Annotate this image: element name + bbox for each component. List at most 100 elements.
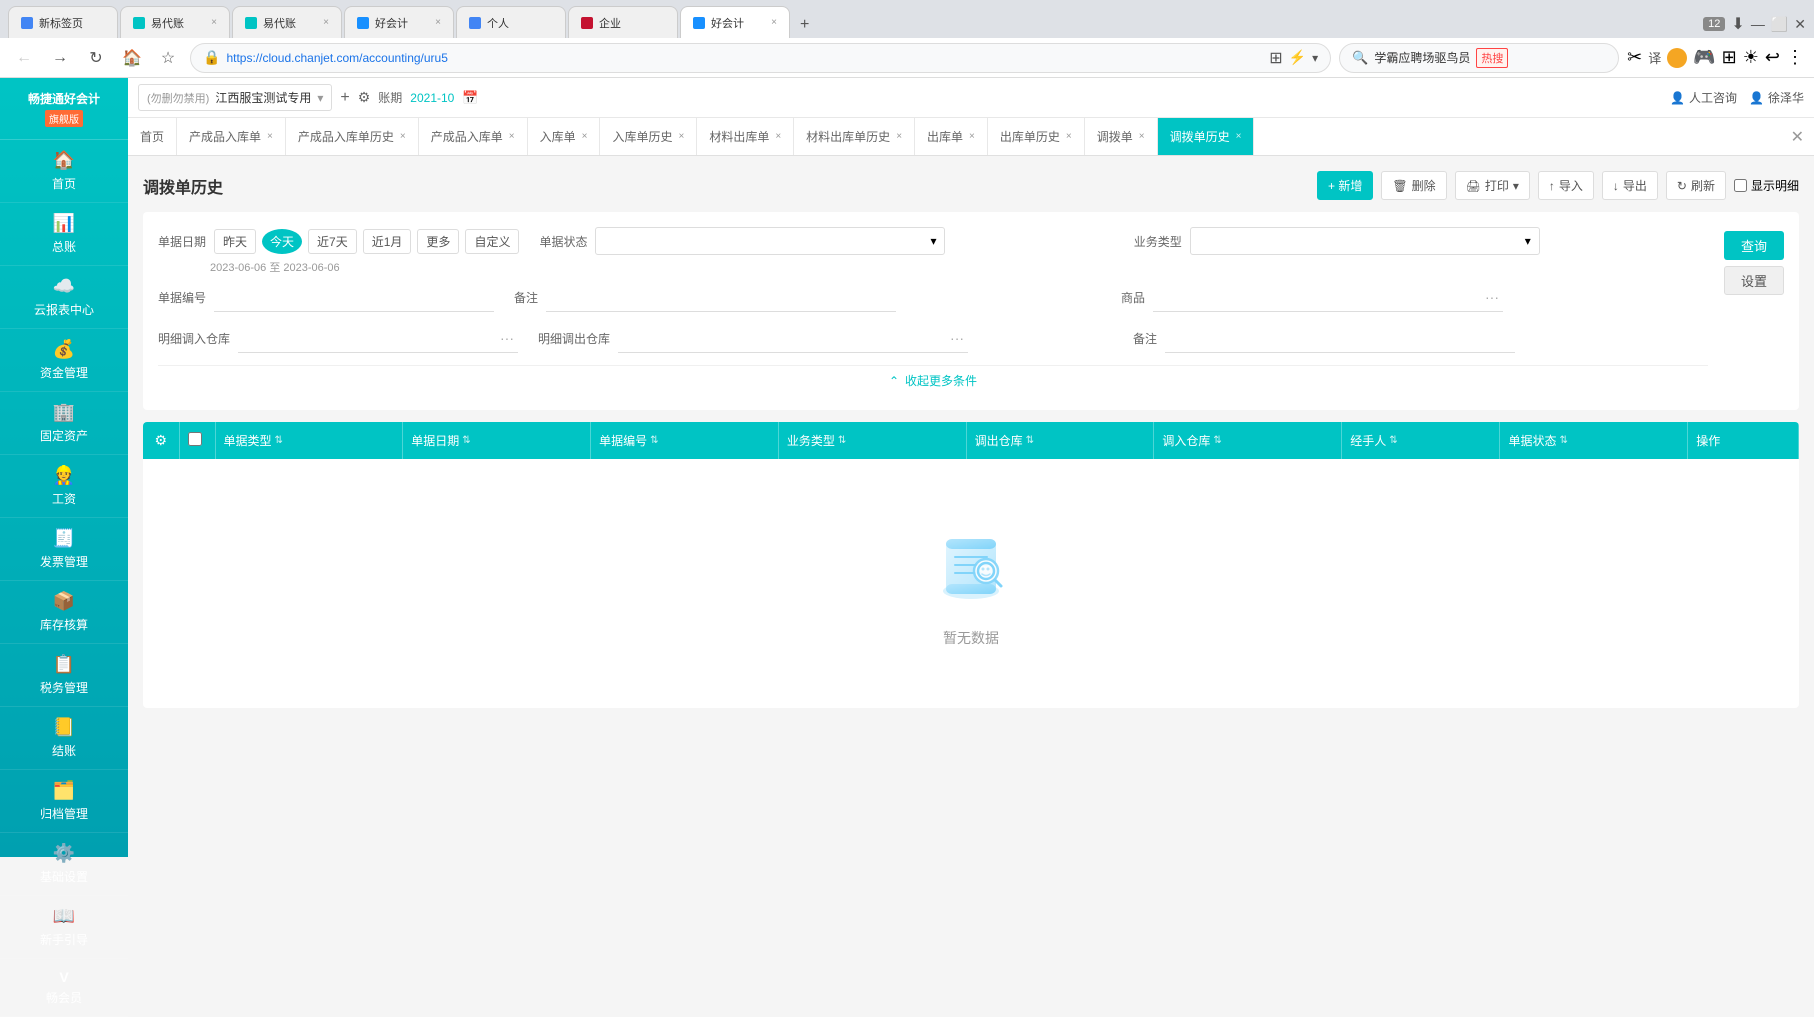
tab-close-5[interactable]: × [678,131,684,142]
sidebar-item-archive[interactable]: 🗂️ 归档管理 [0,770,128,833]
coin-icon[interactable] [1667,48,1687,68]
goods-input[interactable] [1153,283,1481,311]
th-doc-status[interactable]: 单据状态 ⇅ [1500,422,1688,459]
tab-close-11[interactable]: × [1236,131,1242,142]
custom-date-btn[interactable]: 自定义 [465,229,519,254]
back-button[interactable]: ← [10,44,38,72]
search-bar[interactable]: 🔍 学霸应聘场驱鸟员 热搜 [1339,43,1619,73]
page-tab-1[interactable]: 产成品入库单 × [177,118,286,155]
browser-tab-1[interactable]: 新标签页 [8,6,118,38]
sidebar-item-assets[interactable]: 🏢 固定资产 [0,392,128,455]
all-tabs-close[interactable]: ✕ [1781,127,1814,147]
page-tab-5[interactable]: 入库单历史 × [600,118,697,155]
tab-close-10[interactable]: × [1139,131,1145,142]
sidebar-item-ledger[interactable]: 📊 总账 [0,203,128,266]
goods-ellipsis[interactable]: ··· [1481,289,1503,305]
detail-in-ellipsis[interactable]: ··· [496,330,518,346]
th-doc-date[interactable]: 单据日期 ⇅ [403,422,591,459]
delete-button[interactable]: 🗑 删除 [1381,171,1446,200]
more-icon[interactable]: ⋮ [1786,47,1804,68]
sidebar-item-cloud-report[interactable]: ☁️ 云报表中心 [0,266,128,329]
star-button[interactable]: ☆ [154,44,182,72]
doc-number-input[interactable] [214,284,494,312]
tab-close-6[interactable]: × [775,131,781,142]
sidebar-item-member[interactable]: V 畅会员 [0,959,128,1017]
close-browser-icon[interactable]: ✕ [1794,16,1806,33]
url-bar[interactable]: 🔒 https://cloud.chanjet.com/accounting/u… [190,43,1331,73]
detail-out-ellipsis[interactable]: ··· [946,330,968,346]
maximize-icon[interactable]: ⬜ [1771,16,1788,33]
sidebar-item-fund[interactable]: 💰 资金管理 [0,329,128,392]
browser-tab-2[interactable]: 易代账 × [120,6,230,38]
calendar-icon[interactable]: 📅 [462,90,478,106]
page-tab-2[interactable]: 产成品入库单历史 × [286,118,419,155]
th-doc-type[interactable]: 单据类型 ⇅ [215,422,403,459]
gamepad-icon[interactable]: 🎮 [1693,47,1715,68]
detail-out-input[interactable] [618,324,946,352]
tab-close-4[interactable]: × [582,131,588,142]
company-selector[interactable]: (勿删勿禁用) 江西服宝测试专用 ▾ [138,84,332,111]
th-out-warehouse[interactable]: 调出仓库 ⇅ [966,422,1154,459]
service-button[interactable]: 👤 人工咨询 [1670,89,1737,106]
tab-close-9[interactable]: × [1066,131,1072,142]
sidebar-item-settings[interactable]: ⚙️ 基础设置 [0,833,128,896]
page-tab-11[interactable]: 调拨单历史 × [1158,118,1255,155]
display-detail-checkbox[interactable]: 显示明细 [1734,177,1799,194]
th-doc-number[interactable]: 单据编号 ⇅ [591,422,779,459]
sidebar-item-invoice[interactable]: 🧾 发票管理 [0,518,128,581]
new-tab-button[interactable]: + [792,12,817,38]
week-btn[interactable]: 近7天 [308,229,357,254]
download-icon[interactable]: ⬇ [1731,14,1744,34]
browser-tab-7[interactable]: 好会计 × [680,6,790,38]
business-type-select[interactable]: ▾ [1190,227,1540,255]
sidebar-item-tax[interactable]: 📋 税务管理 [0,644,128,707]
sidebar-item-salary[interactable]: 👷 工资 [0,455,128,518]
more-date-btn[interactable]: 更多 [417,229,459,254]
page-tab-9[interactable]: 出库单历史 × [988,118,1085,155]
th-handler[interactable]: 经手人 ⇅ [1342,422,1500,459]
forward-button[interactable]: → [46,44,74,72]
page-tab-4[interactable]: 入库单 × [528,118,601,155]
print-button[interactable]: 🖨 打印 ▾ [1455,171,1530,200]
th-gear[interactable]: ⚙ [143,422,179,459]
status-select[interactable]: ▾ [595,227,945,255]
query-button[interactable]: 查询 [1724,231,1784,260]
detail-remark-input[interactable] [1165,324,1515,352]
sidebar-item-guide[interactable]: 📖 新手引导 [0,896,128,959]
sun-icon[interactable]: ☀ [1743,47,1759,68]
browser-tab-4[interactable]: 好会计 × [344,6,454,38]
translate-icon[interactable]: 译 [1648,48,1661,67]
select-all-checkbox[interactable] [188,432,202,446]
tab-close-1[interactable]: × [267,131,273,142]
sidebar-item-inventory[interactable]: 📦 库存核算 [0,581,128,644]
browser-tab-3[interactable]: 易代账 × [232,6,342,38]
import-button[interactable]: ↑ 导入 [1538,171,1594,200]
browser-tab-6[interactable]: 企业 [568,6,678,38]
display-detail-input[interactable] [1734,179,1747,192]
page-tab-home[interactable]: 首页 [128,118,177,155]
page-tab-6[interactable]: 材料出库单 × [697,118,794,155]
today-btn[interactable]: 今天 [262,229,302,254]
tab-close-3[interactable]: × [509,131,515,142]
user-button[interactable]: 👤 徐泽华 [1749,89,1804,106]
undo-icon[interactable]: ↩ [1765,47,1780,68]
th-in-warehouse[interactable]: 调入仓库 ⇅ [1154,422,1342,459]
filter-settings-button[interactable]: 设置 [1724,266,1784,295]
th-business-type[interactable]: 业务类型 ⇅ [778,422,966,459]
tab-close-7[interactable]: × [896,131,902,142]
period-value[interactable]: 2021-10 [410,91,454,105]
minimize-icon[interactable]: — [1751,16,1765,32]
scissors-icon[interactable]: ✂ [1627,47,1642,68]
page-tab-7[interactable]: 材料出库单历史 × [794,118,915,155]
sidebar-item-closing[interactable]: 📒 结账 [0,707,128,770]
th-checkbox[interactable] [179,422,215,459]
dropdown-icon[interactable]: ▾ [1312,51,1318,65]
sidebar-item-home[interactable]: 🏠 首页 [0,140,128,203]
company-settings-icon[interactable]: ⚙ [358,89,371,106]
export-button[interactable]: ↓ 导出 [1602,171,1658,200]
detail-in-input[interactable] [238,324,496,352]
new-button[interactable]: + 新增 [1317,171,1373,200]
home-button[interactable]: 🏠 [118,44,146,72]
browser-tab-5[interactable]: 个人 [456,6,566,38]
grid-icon[interactable]: ⊞ [1722,47,1737,68]
